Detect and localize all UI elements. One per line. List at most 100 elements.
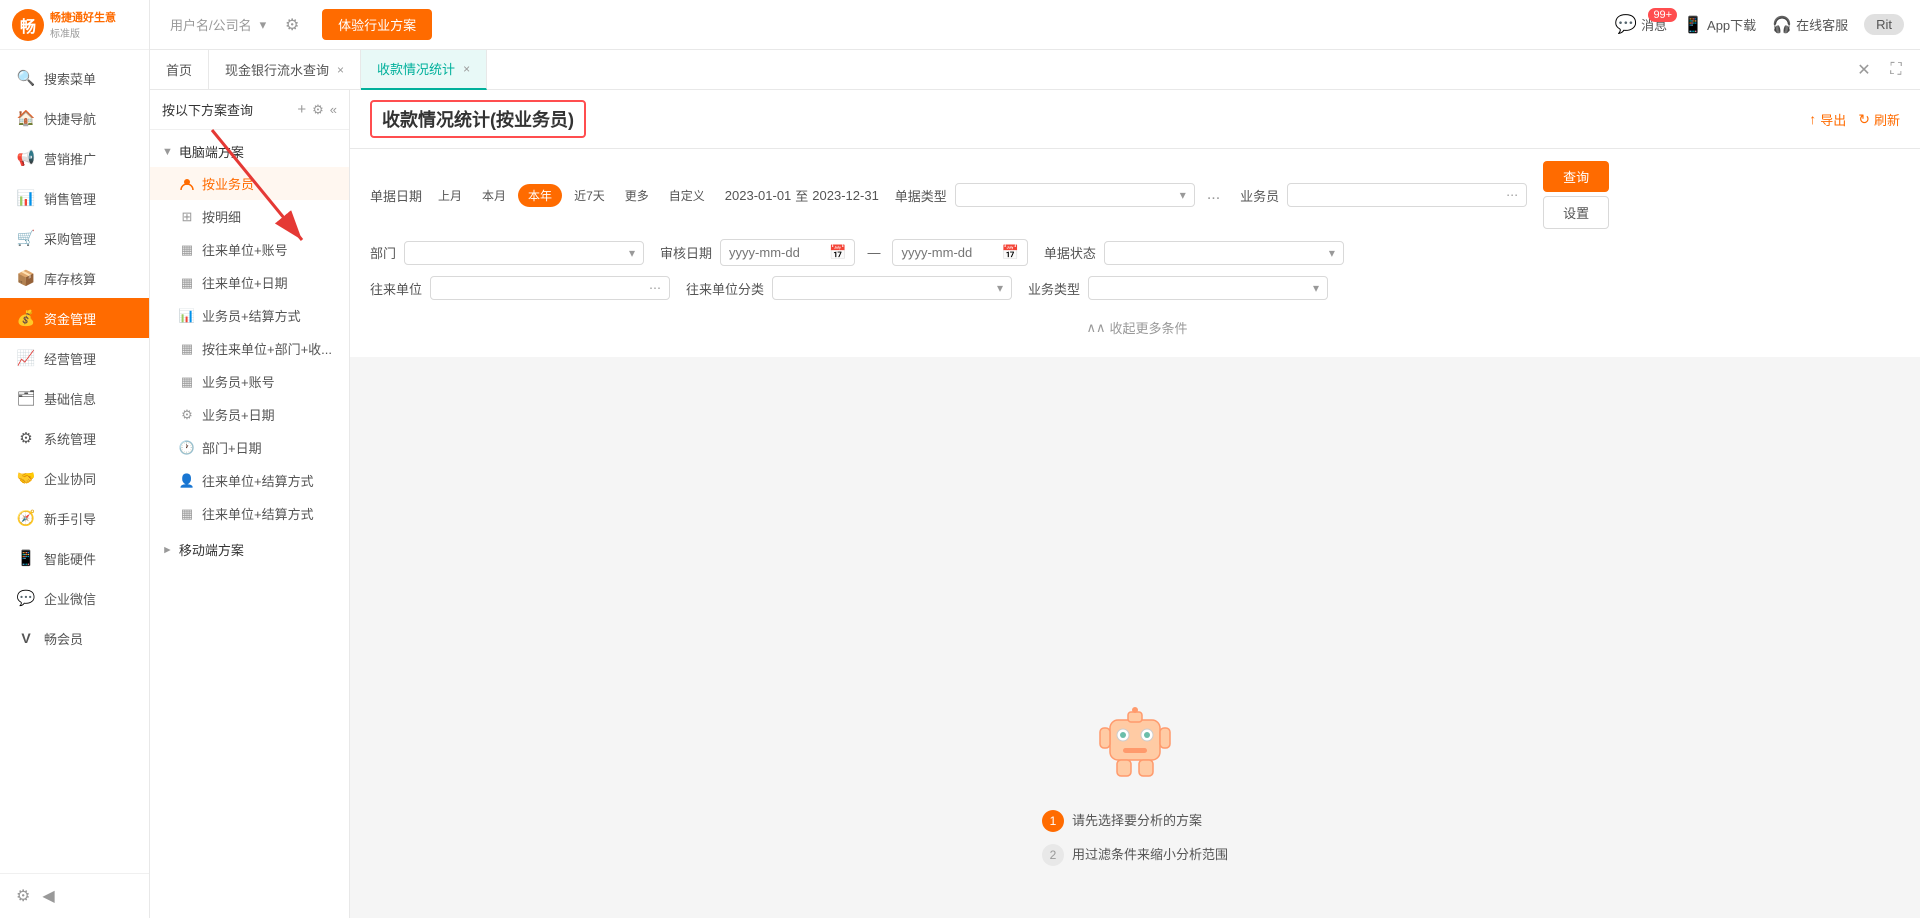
refresh-label: 刷新 bbox=[1874, 110, 1900, 129]
step-1-label: 请先选择要分析的方案 bbox=[1072, 810, 1202, 829]
scheme-item-salesperson-settle[interactable]: 📊 业务员+结算方式 bbox=[150, 299, 349, 332]
date-tab-this-year[interactable]: 本年 bbox=[518, 184, 562, 207]
date-range-separator: 至 bbox=[795, 186, 808, 205]
date-tab-7days[interactable]: 近7天 bbox=[566, 184, 613, 207]
scheme-item-unit-date[interactable]: ▦ 往来单位+日期 bbox=[150, 266, 349, 299]
export-btn[interactable]: ↑ 导出 bbox=[1809, 110, 1846, 129]
tab-receipt-label: 收款情况统计 bbox=[377, 59, 455, 78]
status-select[interactable]: ▾ bbox=[1104, 241, 1344, 265]
hardware-icon: 📱 bbox=[16, 548, 36, 568]
scheme-item-unit-dept[interactable]: ▦ 按往来单位+部门+收... bbox=[150, 332, 349, 365]
date-tab-custom[interactable]: 自定义 bbox=[661, 184, 713, 207]
topbar-right: 💬 消息 99+ 📱 App下载 🎧 在线客服 Rit bbox=[1615, 14, 1904, 35]
dept-select[interactable]: ▾ bbox=[404, 241, 644, 265]
logo-text: 畅捷通好生意 bbox=[50, 9, 116, 25]
type-more-btn[interactable]: ... bbox=[1203, 186, 1224, 204]
tab-receipt[interactable]: 收款情况统计 × bbox=[361, 50, 487, 90]
scheme-item-by-detail[interactable]: ⊞ 按明细 bbox=[150, 200, 349, 233]
date-tab-this-month[interactable]: 本月 bbox=[474, 184, 514, 207]
system-icon: ⚙ bbox=[16, 428, 36, 448]
partner-type-label: 往来单位分类 bbox=[686, 279, 764, 298]
sidebar-item-marketing[interactable]: 📢 营销推广 bbox=[0, 138, 149, 178]
sidebar-item-purchase[interactable]: 🛒 采购管理 bbox=[0, 218, 149, 258]
pc-group-header[interactable]: ▼ 电脑端方案 bbox=[150, 136, 349, 167]
add-scheme-btn[interactable]: + bbox=[297, 101, 306, 118]
calendar-from-icon: 📅 bbox=[829, 244, 846, 261]
scheme-item-by-salesperson[interactable]: 按业务员 bbox=[150, 167, 349, 200]
sidebar-item-finance[interactable]: 💰 资金管理 bbox=[0, 298, 149, 338]
scheme-item-label: 部门+日期 bbox=[202, 438, 262, 457]
tab-bank-close[interactable]: × bbox=[337, 63, 344, 77]
date-tabs: 上月 本月 本年 近7天 更多 自定义 bbox=[430, 184, 713, 207]
left-panel-header: 按以下方案查询 + ⚙ « bbox=[150, 90, 349, 130]
sidebar-item-system[interactable]: ⚙ 系统管理 bbox=[0, 418, 149, 458]
online-service-btn[interactable]: 🎧 在线客服 bbox=[1772, 15, 1848, 35]
scheme-item-unit-settle2[interactable]: ▦ 往来单位+结算方式 bbox=[150, 497, 349, 530]
scheme-collapse-btn[interactable]: « bbox=[330, 101, 337, 118]
robot-illustration bbox=[1085, 690, 1185, 790]
logo-badge: 标准版 bbox=[50, 25, 116, 40]
partner-type-select[interactable]: ▾ bbox=[772, 276, 1012, 300]
scheme-item-dept-date[interactable]: 🕐 部门+日期 bbox=[150, 431, 349, 464]
sidebar-item-hardware[interactable]: 📱 智能硬件 bbox=[0, 538, 149, 578]
settings-btn[interactable]: 设置 bbox=[1543, 196, 1609, 229]
biz-type-select[interactable]: ▾ bbox=[1088, 276, 1328, 300]
scheme-item-unit-account[interactable]: ▦ 往来单位+账号 bbox=[150, 233, 349, 266]
tab-close-all-btn[interactable]: ✕ bbox=[1852, 58, 1876, 82]
scheme-salesperson-icon bbox=[178, 175, 196, 193]
dept-filter: 部门 ▾ bbox=[370, 241, 644, 265]
sidebar-item-basic[interactable]: 🗂 基础信息 bbox=[0, 378, 149, 418]
tab-bank[interactable]: 现金银行流水查询 × bbox=[209, 50, 361, 90]
scheme-item-unit-settle1[interactable]: 👤 往来单位+结算方式 bbox=[150, 464, 349, 497]
query-btn[interactable]: 查询 bbox=[1543, 161, 1609, 192]
review-date-label: 审核日期 bbox=[660, 243, 712, 262]
scheme-bar-icon: 📊 bbox=[178, 307, 196, 325]
review-to-field[interactable] bbox=[901, 245, 1001, 260]
sidebar-item-wechat[interactable]: 💬 企业微信 bbox=[0, 578, 149, 618]
sidebar-item-label: 企业微信 bbox=[44, 589, 96, 608]
scheme-item-salesperson-date[interactable]: ⚙ 业务员+日期 bbox=[150, 398, 349, 431]
user-btn[interactable]: Rit bbox=[1864, 14, 1904, 35]
sidebar-collapse-btn[interactable]: ◀ bbox=[42, 886, 54, 906]
type-select[interactable]: ▾ bbox=[955, 183, 1195, 207]
tab-receipt-close[interactable]: × bbox=[463, 62, 470, 76]
tab-expand-btn[interactable]: ⛶ bbox=[1884, 58, 1908, 82]
sidebar-item-sales[interactable]: 📊 销售管理 bbox=[0, 178, 149, 218]
topbar-gear-btn[interactable]: ⚙ bbox=[278, 11, 306, 39]
sidebar-item-member[interactable]: V 畅会员 bbox=[0, 618, 149, 658]
mobile-group-label: 移动端方案 bbox=[179, 540, 244, 559]
salesperson-select[interactable]: ⋯ bbox=[1287, 183, 1527, 207]
scheme-settings-btn[interactable]: ⚙ bbox=[312, 101, 324, 118]
sidebar-item-stock[interactable]: 📦 库存核算 bbox=[0, 258, 149, 298]
scheme-item-label: 按业务员 bbox=[202, 174, 254, 193]
filter-row-3: 往来单位 ⋯ 往来单位分类 ▾ 业务类型 bbox=[370, 276, 1900, 300]
sidebar-item-search[interactable]: 🔍 搜索菜单 bbox=[0, 58, 149, 98]
mobile-group-header[interactable]: ▼ 移动端方案 bbox=[150, 534, 349, 565]
review-from-field[interactable] bbox=[729, 245, 829, 260]
sidebar-item-label: 资金管理 bbox=[44, 309, 96, 328]
tab-home[interactable]: 首页 bbox=[150, 50, 209, 90]
sidebar: 畅 畅捷通好生意 标准版 🔍 搜索菜单 🏠 快捷导航 📢 营销推广 📊 销售管理… bbox=[0, 0, 150, 918]
date-filter: 单据日期 上月 本月 本年 近7天 更多 自定义 2023-01-01 至 bbox=[370, 184, 879, 207]
scheme-item-label: 按明细 bbox=[202, 207, 241, 226]
trial-btn[interactable]: 体验行业方案 bbox=[322, 9, 432, 40]
date-tab-last-month[interactable]: 上月 bbox=[430, 184, 470, 207]
collapse-row[interactable]: ∧∧ 收起更多条件 bbox=[370, 310, 1900, 345]
date-tab-more[interactable]: 更多 bbox=[617, 184, 657, 207]
message-btn[interactable]: 💬 消息 99+ bbox=[1615, 14, 1667, 35]
sidebar-settings-btn[interactable]: ⚙ bbox=[16, 886, 30, 906]
review-date-from-input[interactable]: 📅 bbox=[720, 239, 855, 266]
filter-actions: 查询 设置 bbox=[1543, 161, 1609, 229]
app-download-btn[interactable]: 📱 App下载 bbox=[1683, 15, 1756, 35]
page-title-box: 收款情况统计(按业务员) bbox=[370, 100, 586, 138]
refresh-btn[interactable]: ↻ 刷新 bbox=[1858, 110, 1900, 129]
sidebar-item-operation[interactable]: 📈 经营管理 bbox=[0, 338, 149, 378]
sidebar-item-enterprise[interactable]: 🤝 企业协同 bbox=[0, 458, 149, 498]
salesperson-filter: 业务员 ⋯ bbox=[1240, 183, 1527, 207]
sidebar-item-nav[interactable]: 🏠 快捷导航 bbox=[0, 98, 149, 138]
scheme-item-salesperson-account[interactable]: ▦ 业务员+账号 bbox=[150, 365, 349, 398]
partner-select[interactable]: ⋯ bbox=[430, 276, 670, 300]
sidebar-item-guide[interactable]: 🧭 新手引导 bbox=[0, 498, 149, 538]
review-date-to-input[interactable]: 📅 bbox=[892, 239, 1027, 266]
tab-home-label: 首页 bbox=[166, 60, 192, 79]
